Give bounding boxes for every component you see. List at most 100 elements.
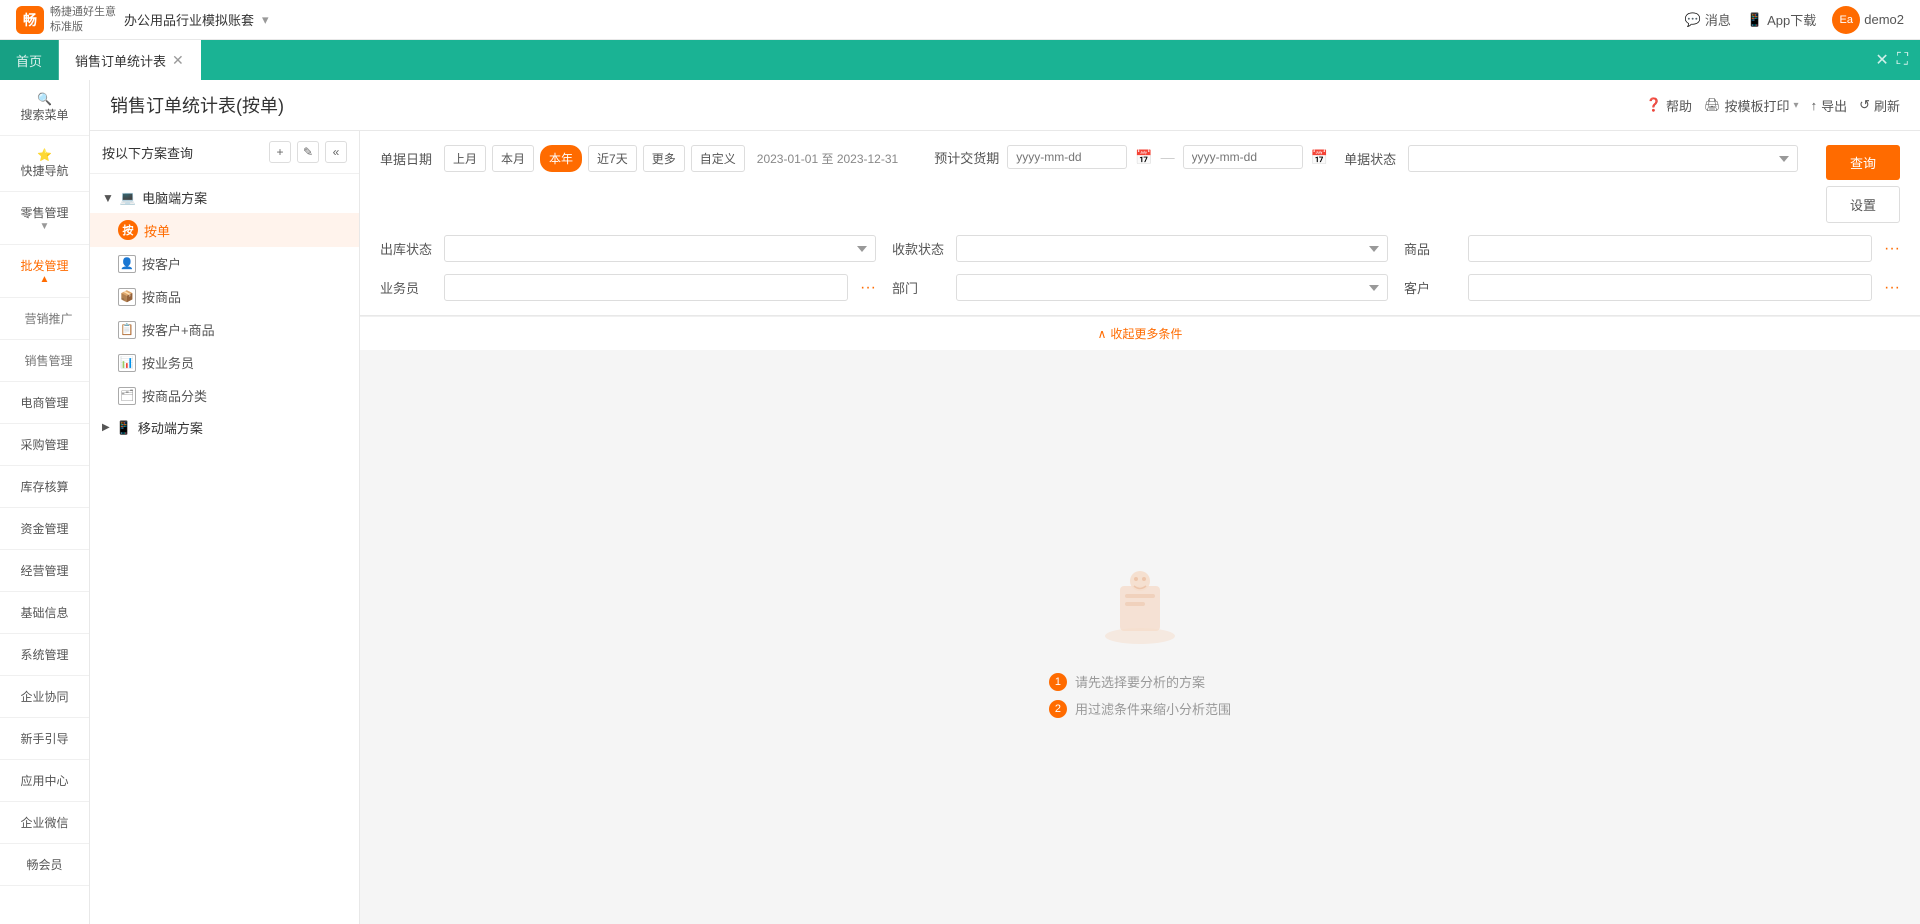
status-label: 单据状态: [1344, 149, 1400, 168]
collapse-panel-button[interactable]: «: [325, 141, 347, 163]
sidebar-item-marketing[interactable]: 营销推广: [0, 298, 89, 340]
tab-bar-maximize-button[interactable]: ⛶: [1897, 51, 1908, 69]
scheme-group-pc-header[interactable]: ▼ 💻 电脑端方案: [90, 182, 359, 213]
tab-bar-right: ✕ ⛶: [1863, 40, 1920, 80]
by-customer-icon: 👤: [118, 255, 136, 273]
date-range-text: 2023-01-01 至 2023-12-31: [757, 150, 898, 167]
scheme-item-by-customer[interactable]: 👤 按客户: [90, 247, 359, 280]
step-2-num: 2: [1049, 700, 1067, 718]
scheme-item-by-salesperson[interactable]: 📊 按业务员: [90, 346, 359, 379]
expected-date-start[interactable]: [1007, 145, 1127, 169]
expected-date-end[interactable]: [1183, 145, 1303, 169]
tab-close-button[interactable]: ✕: [172, 52, 184, 69]
sidebar-item-finance[interactable]: 资金管理: [0, 508, 89, 550]
empty-step-2: 2 用过滤条件来缩小分析范围: [1049, 699, 1231, 718]
logo-text: 畅捷通好生意 标准版: [50, 5, 116, 34]
start-calendar-icon[interactable]: 📅: [1135, 149, 1152, 166]
salesperson-label: 业务员: [380, 278, 436, 297]
tab-sales-order-stats[interactable]: 销售订单统计表 ✕: [59, 40, 201, 80]
sidebar-item-newbie[interactable]: 新手引导: [0, 718, 89, 760]
delivery-status-label: 出库状态: [380, 239, 436, 258]
collapse-bar[interactable]: ∧ 收起更多条件: [360, 316, 1920, 350]
left-panel-header: 按以下方案查询 + ✎ «: [90, 131, 359, 174]
sidebar-item-operations[interactable]: 经营管理: [0, 550, 89, 592]
sidebar-item-wechat[interactable]: 企业微信: [0, 802, 89, 844]
sidebar-item-ecommerce[interactable]: 电商管理: [0, 382, 89, 424]
refresh-button[interactable]: ↺ 刷新: [1859, 96, 1900, 115]
payment-status-label: 收款状态: [892, 239, 948, 258]
scheme-group-mobile-header[interactable]: ▶ 📱 移动端方案: [90, 412, 359, 443]
sidebar-item-basic[interactable]: 基础信息: [0, 592, 89, 634]
sidebar-quick-nav[interactable]: ⭐ 快捷导航: [0, 136, 89, 192]
top-right: 💬 消息 📱 App下载 Ea demo2: [1685, 6, 1904, 34]
query-button[interactable]: 查询: [1826, 145, 1900, 180]
export-button[interactable]: ↑ 导出: [1811, 96, 1848, 115]
sidebar-item-wholesale[interactable]: 批发管理 ▲: [0, 245, 89, 298]
user-area[interactable]: Ea demo2: [1832, 6, 1904, 34]
scheme-item-by-order[interactable]: 按 按单: [90, 213, 359, 247]
date-btn-group: 上月 本月 本年 近7天 更多 自定义: [444, 145, 745, 172]
goods-more-icon[interactable]: ···: [1884, 240, 1900, 258]
by-customer-product-icon: 📋: [118, 321, 136, 339]
sidebar-item-system[interactable]: 系统管理: [0, 634, 89, 676]
delivery-status-select[interactable]: [444, 235, 876, 262]
sidebar-item-retail[interactable]: 零售管理 ▼: [0, 192, 89, 245]
main-layout: 🔍 搜索菜单 ⭐ 快捷导航 零售管理 ▼ 批发管理 ▲ 营销推广 销售管理 电商…: [0, 80, 1920, 924]
customer-more-icon[interactable]: ···: [1884, 279, 1900, 297]
sidebar-item-purchase[interactable]: 采购管理: [0, 424, 89, 466]
app-download-button[interactable]: 📱 App下载: [1747, 10, 1816, 29]
print-dropdown-icon[interactable]: ▾: [1794, 100, 1799, 111]
scheme-tree: ▼ 💻 电脑端方案 按 按单 👤 按客户: [90, 174, 359, 924]
help-icon: ❓: [1646, 97, 1662, 113]
left-panel: 按以下方案查询 + ✎ « ▼ 💻 电脑端方案: [90, 131, 360, 924]
by-order-icon: 按: [118, 220, 138, 240]
message-icon: 💬: [1685, 12, 1701, 28]
date-btn-more[interactable]: 更多: [643, 145, 685, 172]
salesperson-more-icon[interactable]: ···: [860, 279, 876, 297]
end-calendar-icon[interactable]: 📅: [1311, 149, 1328, 166]
sidebar-item-appcenter[interactable]: 应用中心: [0, 760, 89, 802]
pc-icon: 💻: [120, 190, 136, 206]
export-icon: ↑: [1811, 98, 1818, 113]
scheme-group-pc: ▼ 💻 电脑端方案 按 按单 👤 按客户: [90, 182, 359, 412]
date-btn-custom[interactable]: 自定义: [691, 145, 745, 172]
status-select[interactable]: [1408, 145, 1798, 172]
settings-button[interactable]: 设置: [1826, 186, 1900, 223]
tab-bar: 首页 销售订单统计表 ✕ ✕ ⛶: [0, 40, 1920, 80]
help-button[interactable]: ❓ 帮助: [1646, 96, 1692, 115]
date-btn-7days[interactable]: 近7天: [588, 145, 637, 172]
add-scheme-button[interactable]: +: [269, 141, 291, 163]
salesperson-input[interactable]: [444, 274, 848, 301]
date-separator: —: [1161, 149, 1175, 165]
filter-section: 单据日期 上月 本月 本年 近7天 更多 自定义 2023-01-01 至 20…: [360, 131, 1920, 316]
breadcrumb-arrow[interactable]: ▾: [262, 12, 269, 28]
scheme-item-by-customer-product[interactable]: 📋 按客户+商品: [90, 313, 359, 346]
sidebar-item-vip[interactable]: 畅会员: [0, 844, 89, 886]
goods-input[interactable]: [1468, 235, 1872, 262]
search-icon: 🔍: [0, 92, 89, 106]
print-button[interactable]: 🖨 按模板打印 ▾: [1704, 96, 1799, 115]
date-btn-last-month[interactable]: 上月: [444, 145, 486, 172]
tab-home[interactable]: 首页: [0, 40, 59, 80]
payment-status-select[interactable]: [956, 235, 1388, 262]
by-product-icon: 📦: [118, 288, 136, 306]
scheme-item-by-product[interactable]: 📦 按商品: [90, 280, 359, 313]
customer-input[interactable]: [1468, 274, 1872, 301]
by-category-icon: 🗂: [118, 387, 136, 405]
scheme-item-by-category[interactable]: 🗂 按商品分类: [90, 379, 359, 412]
download-icon: 📱: [1747, 12, 1763, 28]
by-salesperson-icon: 📊: [118, 354, 136, 372]
tab-bar-close-button[interactable]: ✕: [1875, 50, 1888, 70]
edit-scheme-button[interactable]: ✎: [297, 141, 319, 163]
sidebar-search[interactable]: 🔍 搜索菜单: [0, 80, 89, 136]
sidebar-item-sales[interactable]: 销售管理: [0, 340, 89, 382]
date-btn-this-year[interactable]: 本年: [540, 145, 582, 172]
sidebar-item-inventory[interactable]: 库存核算: [0, 466, 89, 508]
chevron-up-icon: ▲: [0, 274, 89, 285]
step-1-num: 1: [1049, 673, 1067, 691]
sidebar: 🔍 搜索菜单 ⭐ 快捷导航 零售管理 ▼ 批发管理 ▲ 营销推广 销售管理 电商…: [0, 80, 90, 924]
department-select[interactable]: [956, 274, 1388, 301]
date-btn-this-month[interactable]: 本月: [492, 145, 534, 172]
sidebar-item-enterprise[interactable]: 企业协同: [0, 676, 89, 718]
message-button[interactable]: 💬 消息: [1685, 10, 1731, 29]
